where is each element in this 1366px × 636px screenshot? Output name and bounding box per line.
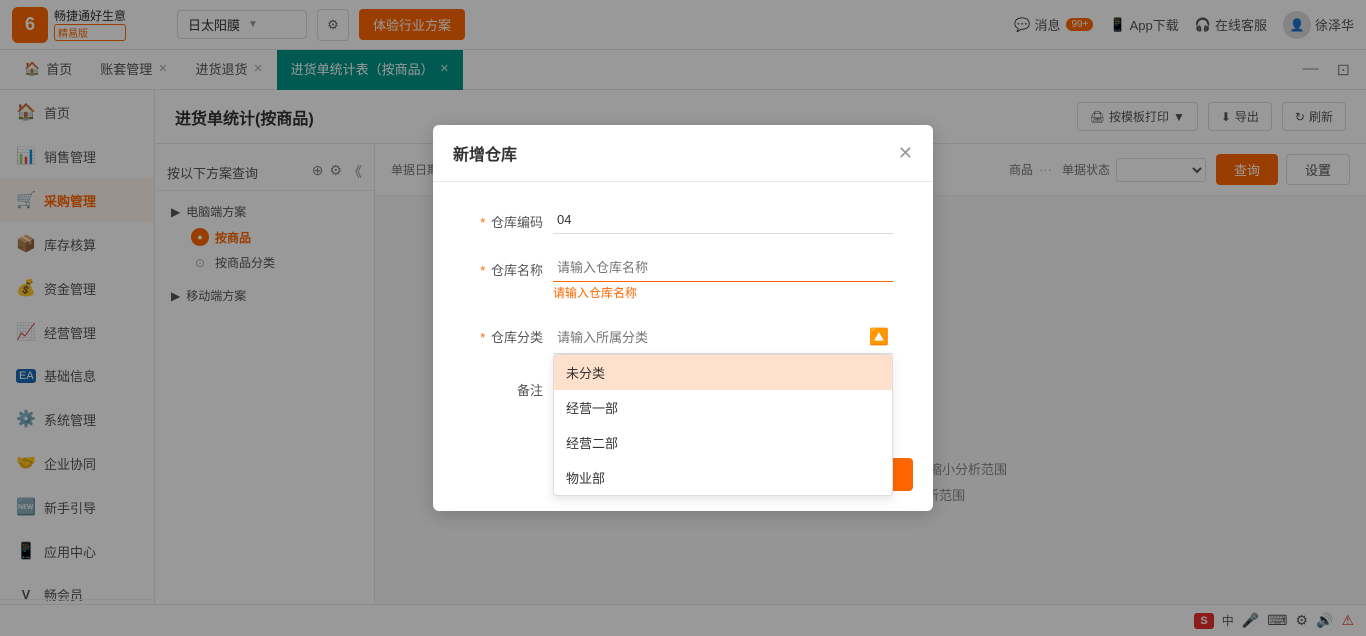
category-dropdown-list: 未分类 经营一部 经营二部 物业部 xyxy=(553,354,893,496)
warehouse-category-row: * 仓库分类 🔼 未分类 经营一部 经营二部 物业部 xyxy=(473,321,893,354)
name-label: * 仓库名称 xyxy=(473,254,543,279)
add-warehouse-modal: 新增仓库 ✕ * 仓库编码 * 仓库名称 请输入仓库名称 xyxy=(433,125,933,511)
dropdown-item-dept1[interactable]: 经营一部 xyxy=(554,390,892,425)
dropdown-item-dept2[interactable]: 经营二部 xyxy=(554,425,892,460)
modal-body: * 仓库编码 * 仓库名称 请输入仓库名称 * 仓库分类 xyxy=(433,182,933,446)
dropdown-item-dept3[interactable]: 物业部 xyxy=(554,460,892,495)
warehouse-code-input[interactable] xyxy=(553,206,893,234)
note-label: 备注 xyxy=(473,374,543,399)
modal-header: 新增仓库 ✕ xyxy=(433,125,933,182)
warehouse-name-row: * 仓库名称 请输入仓库名称 xyxy=(473,254,893,301)
category-input[interactable] xyxy=(557,330,869,345)
warehouse-code-row: * 仓库编码 xyxy=(473,206,893,234)
modal-close-button[interactable]: ✕ xyxy=(898,143,913,164)
modal-title: 新增仓库 xyxy=(453,141,517,165)
category-label: * 仓库分类 xyxy=(473,321,543,346)
name-error-message: 请输入仓库名称 xyxy=(553,284,893,301)
warehouse-name-input[interactable] xyxy=(553,254,893,282)
code-input-wrap xyxy=(553,206,893,234)
category-input-wrap: 🔼 未分类 经营一部 经营二部 物业部 xyxy=(553,321,893,354)
category-dropdown-row: 🔼 xyxy=(553,321,893,354)
code-label: * 仓库编码 xyxy=(473,206,543,231)
dropdown-arrow-icon[interactable]: 🔼 xyxy=(869,327,889,347)
name-input-wrap: 请输入仓库名称 xyxy=(553,254,893,301)
dropdown-item-none[interactable]: 未分类 xyxy=(554,355,892,390)
